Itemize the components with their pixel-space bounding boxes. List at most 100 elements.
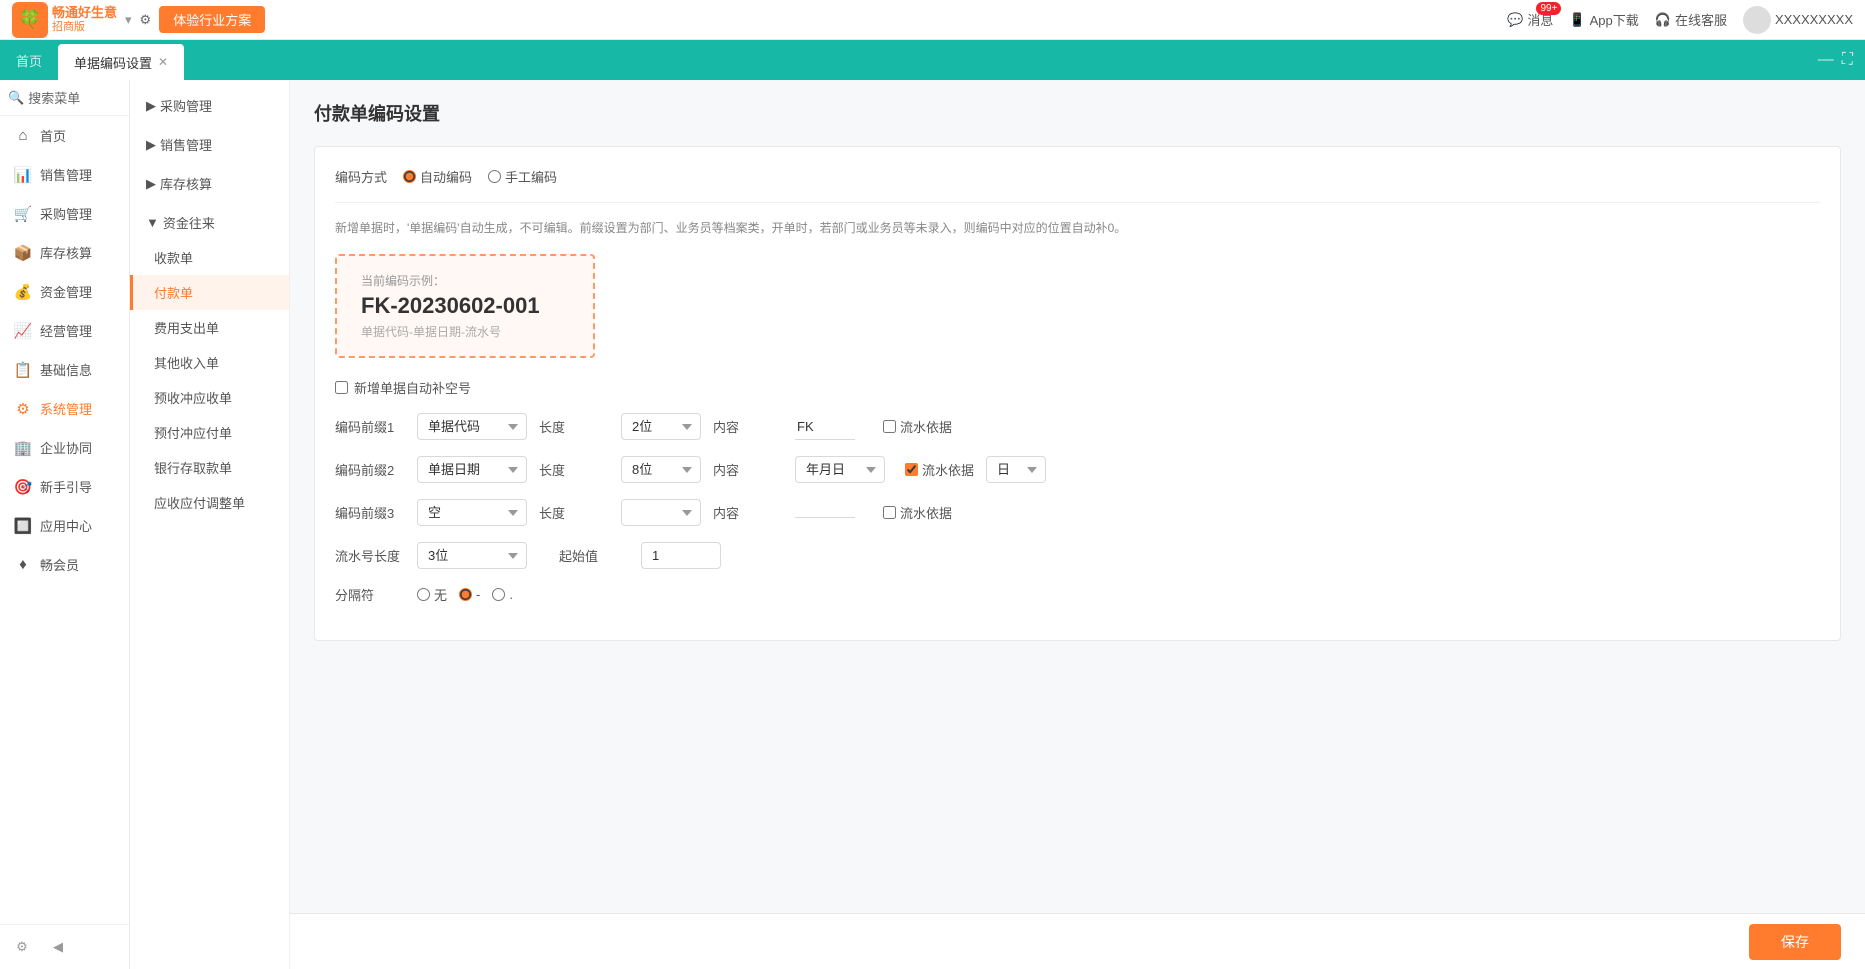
bottom-bar: 保存: [290, 913, 1865, 969]
tab-current[interactable]: 单据编码设置 ✕: [58, 44, 184, 80]
sep-dash-radio[interactable]: [459, 588, 472, 601]
length1-label: 长度: [539, 417, 609, 436]
chevron-right-icon-3: ▶: [146, 176, 156, 192]
tab-maximize-icon[interactable]: ⛶: [1842, 51, 1853, 69]
prefix3-label: 编码前缀3: [335, 503, 405, 522]
sidebar-collapse-button[interactable]: ◀: [44, 933, 72, 961]
message-badge: 99+: [1536, 2, 1561, 15]
serial1-checkbox-label[interactable]: 流水依据: [883, 417, 952, 436]
serial2-checkbox[interactable]: [905, 463, 918, 476]
tab-close-icon[interactable]: ✕: [158, 55, 168, 69]
sidebar-item-purchase[interactable]: 🛒 采购管理: [0, 194, 129, 233]
sidebar-item-system[interactable]: ⚙ 系统管理: [0, 389, 129, 428]
sidebar-item-app-center[interactable]: 🔲 应用中心: [0, 506, 129, 545]
user-avatar[interactable]: XXXXXXXXX: [1743, 6, 1853, 34]
sub-menu-item-expense[interactable]: 费用支出单: [130, 310, 289, 345]
system-icon: ⚙: [14, 400, 32, 418]
sub-menu-item-advance-receivable[interactable]: 预收冲应收单: [130, 380, 289, 415]
sub-menu-inventory-toggle[interactable]: ▶ 库存核算: [130, 166, 289, 201]
sidebar-item-operations[interactable]: 📈 经营管理: [0, 311, 129, 350]
content2-select[interactable]: 年月日: [795, 456, 885, 483]
sub-menu-item-receipt[interactable]: 收款单: [130, 240, 289, 275]
manual-encode-radio[interactable]: [488, 170, 501, 183]
prefix1-select[interactable]: 单据代码: [417, 413, 527, 440]
save-button[interactable]: 保存: [1749, 924, 1841, 960]
sep-dot-label[interactable]: .: [492, 587, 513, 602]
sub-menu-capital-toggle[interactable]: ▼ 资金往来: [130, 205, 289, 240]
prefix3-select[interactable]: 空: [417, 499, 527, 526]
serial1-checkbox[interactable]: [883, 420, 896, 433]
code-preview-label: 当前编码示例：: [361, 272, 569, 289]
prefix2-select[interactable]: 单据日期: [417, 456, 527, 483]
top-bar-right: 💬 消息 99+ 📱 App下载 🎧 在线客服 XXXXXXXXX: [1507, 6, 1853, 34]
sidebar-item-sales[interactable]: 📊 销售管理: [0, 155, 129, 194]
chevron-right-icon-2: ▶: [146, 137, 156, 153]
sub-menu-item-advance-payable[interactable]: 预付冲应付单: [130, 415, 289, 450]
auto-fill-checkbox[interactable]: [335, 381, 348, 394]
messages-button[interactable]: 💬 消息 99+: [1507, 10, 1553, 29]
sub-menu-group-inventory: ▶ 库存核算: [130, 166, 289, 201]
sub-menu-group-capital: ▼ 资金往来 收款单 付款单 费用支出单 其他收入单 预收冲应收单 预付冲应付单…: [130, 205, 289, 520]
online-service-button[interactable]: 🎧 在线客服: [1655, 10, 1727, 29]
serial2-checkbox-label[interactable]: 流水依据: [905, 460, 974, 479]
sidebar-item-home[interactable]: ⌂ 首页: [0, 116, 129, 155]
tab-minimize-icon[interactable]: —: [1818, 51, 1834, 69]
prefix1-label: 编码前缀1: [335, 417, 405, 436]
manual-encode-radio-label[interactable]: 手工编码: [488, 167, 557, 186]
tab-bar: 首页 单据编码设置 ✕ — ⛶: [0, 40, 1865, 80]
sidebar-item-finance[interactable]: 💰 资金管理: [0, 272, 129, 311]
page-wrapper: 付款单编码设置 编码方式 自动编码 手工编码: [290, 80, 1865, 969]
inventory-icon: 📦: [14, 244, 32, 262]
start-value-input[interactable]: [641, 542, 721, 569]
sub-menu-item-payment[interactable]: 付款单: [130, 275, 289, 310]
experience-button[interactable]: 体验行业方案: [159, 6, 265, 33]
app-download-button[interactable]: 📱 App下载: [1569, 10, 1638, 29]
sub-menu-sales-toggle[interactable]: ▶ 销售管理: [130, 127, 289, 162]
length3-select[interactable]: [621, 499, 701, 526]
sep-none-label[interactable]: 无: [417, 585, 447, 604]
serial3-checkbox-label[interactable]: 流水依据: [883, 503, 952, 522]
content3-label: 内容: [713, 503, 783, 522]
sidebar-item-newbie[interactable]: 🎯 新手引导: [0, 467, 129, 506]
breadcrumb-chevron[interactable]: ▾: [125, 12, 132, 28]
message-icon: 💬: [1507, 12, 1523, 28]
sep-dash-label[interactable]: -: [459, 587, 480, 602]
serial2-unit-select[interactable]: 日: [986, 456, 1046, 483]
sidebar-item-inventory[interactable]: 📦 库存核算: [0, 233, 129, 272]
sidebar-settings-button[interactable]: ⚙: [8, 933, 36, 961]
length1-select[interactable]: 2位: [621, 413, 701, 440]
sub-menu-item-bank-deposit[interactable]: 银行存取款单: [130, 450, 289, 485]
sub-menu: ▶ 采购管理 ▶ 销售管理 ▶ 库存核算 ▼ 资金往来: [130, 80, 290, 969]
sidebar-search[interactable]: 🔍 搜索菜单: [0, 80, 129, 116]
sidebar-item-enterprise[interactable]: 🏢 企业协同: [0, 428, 129, 467]
serial-length-select[interactable]: 3位: [417, 542, 527, 569]
sub-menu-item-receivable-payable[interactable]: 应收应付调整单: [130, 485, 289, 520]
gear-icon[interactable]: ⚙: [140, 12, 152, 28]
content3-value: [795, 507, 855, 518]
tab-home[interactable]: 首页: [0, 40, 58, 80]
sep-none-radio[interactable]: [417, 588, 430, 601]
length2-select[interactable]: 8位: [621, 456, 701, 483]
auto-encode-radio-label[interactable]: 自动编码: [403, 167, 472, 186]
brand-text: 畅通好生意 招商版: [52, 5, 117, 34]
start-value-label: 起始值: [559, 546, 629, 565]
prefix2-row: 编码前缀2 单据日期 长度 8位 内容 年月日: [335, 456, 1820, 483]
auto-encode-radio[interactable]: [403, 170, 416, 183]
newbie-icon: 🎯: [14, 478, 32, 496]
sidebar-item-basics[interactable]: 📋 基础信息: [0, 350, 129, 389]
sub-menu-group-sales: ▶ 销售管理: [130, 127, 289, 162]
enterprise-icon: 🏢: [14, 439, 32, 457]
sub-menu-purchase-toggle[interactable]: ▶ 采购管理: [130, 88, 289, 123]
member-icon: ♦: [14, 556, 32, 574]
sub-menu-item-other-income[interactable]: 其他收入单: [130, 345, 289, 380]
brand-icon: 🍀: [12, 2, 48, 38]
sidebar-item-member[interactable]: ♦ 畅会员: [0, 545, 129, 584]
serial-length-row: 流水号长度 3位 起始值: [335, 542, 1820, 569]
length2-label: 长度: [539, 460, 609, 479]
chevron-right-icon: ▶: [146, 98, 156, 114]
app-center-icon: 🔲: [14, 517, 32, 535]
finance-icon: 💰: [14, 283, 32, 301]
serial-length-label: 流水号长度: [335, 546, 405, 565]
serial3-checkbox[interactable]: [883, 506, 896, 519]
sep-dot-radio[interactable]: [492, 588, 505, 601]
